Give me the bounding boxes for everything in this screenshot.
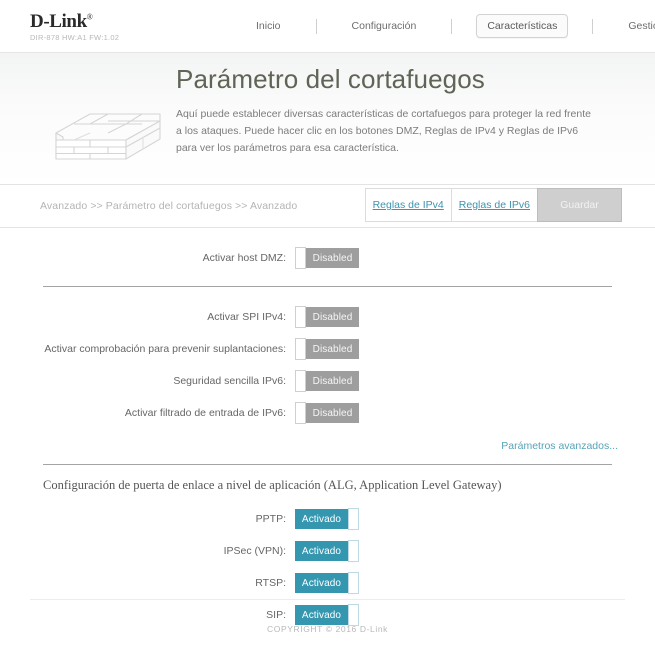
breadcrumb-bar: Avanzado >> Parámetro del cortafuegos >>… <box>0 184 655 228</box>
pptp-label: PPTP: <box>255 513 286 525</box>
anti-spoof-toggle-value: Disabled <box>306 339 359 359</box>
ipv6-ingress-filter-toggle-value: Disabled <box>306 403 359 423</box>
ipv6-simple-security-label: Seguridad sencilla IPv6: <box>173 375 286 387</box>
rtsp-toggle-value: Activado <box>295 573 348 593</box>
alg-section-title: Configuración de puerta de enlace a nive… <box>43 478 502 492</box>
dlink-logo: D-Link® <box>30 10 245 32</box>
toggle-knob <box>295 338 306 360</box>
page-description: Aquí puede establecer diversas caracterí… <box>176 107 591 154</box>
dmz-label: Activar host DMZ: <box>202 252 286 264</box>
ipv4-rules-button[interactable]: Reglas de IPv4 <box>364 188 452 222</box>
breadcrumb: Avanzado >> Parámetro del cortafuegos >>… <box>40 200 298 212</box>
toggle-knob <box>348 540 359 562</box>
nav-item-caracteristicas[interactable]: Características <box>476 14 569 38</box>
toggle-knob <box>348 508 359 530</box>
page-title: Parámetro del cortafuegos <box>176 64 485 94</box>
pptp-toggle-value: Activado <box>295 509 348 529</box>
setting-row-spi-ipv4: Activar SPI IPv4: Disabled <box>33 301 622 333</box>
toggle-knob <box>295 370 306 392</box>
spi-ipv4-label: Activar SPI IPv4: <box>207 311 286 323</box>
hero-text-block: Parámetro del cortafuegos Aquí puede est… <box>176 63 616 157</box>
action-button-group: Reglas de IPv4 Reglas de IPv6 Guardar <box>364 188 622 222</box>
setting-row-dmz: Activar host DMZ: Disabled <box>33 242 622 274</box>
spi-ipv4-toggle[interactable]: Disabled <box>295 306 359 328</box>
firewall-settings-section: Activar SPI IPv4: Disabled Activar compr… <box>33 287 622 452</box>
ipv6-ingress-filter-label: Activar filtrado de entrada de IPv6: <box>124 407 286 419</box>
router-admin-page: D-Link® DIR-878 HW:A1 FW:1.02 Inicio Con… <box>0 0 655 657</box>
nav-separator-2 <box>451 18 453 34</box>
alg-row-rtsp: RTSP: Activado <box>33 567 622 599</box>
advanced-settings-row: Parámetros avanzados... <box>33 429 622 452</box>
top-header-bar: D-Link® DIR-878 HW:A1 FW:1.02 Inicio Con… <box>0 0 655 52</box>
setting-row-anti-spoof: Activar comprobación para prevenir supla… <box>33 333 622 365</box>
page-hero: Parámetro del cortafuegos Aquí puede est… <box>0 52 655 184</box>
spi-ipv4-toggle-value: Disabled <box>306 307 359 327</box>
ipv6-ingress-filter-toggle[interactable]: Disabled <box>295 402 359 424</box>
device-model-label: DIR-878 HW:A1 FW:1.02 <box>30 33 120 43</box>
page-footer: COPYRIGHT © 2016 D-Link <box>30 599 625 657</box>
section-divider-1 <box>43 286 612 287</box>
pptp-toggle[interactable]: Activado <box>295 508 359 530</box>
brand-logo-text: D-Link <box>30 10 87 32</box>
ipsec-toggle-value: Activado <box>295 541 348 561</box>
anti-spoof-label: Activar comprobación para prevenir supla… <box>44 343 286 355</box>
ipsec-toggle[interactable]: Activado <box>295 540 359 562</box>
setting-row-ipv6-simple-security: Seguridad sencilla IPv6: Disabled <box>33 365 622 397</box>
toggle-knob <box>295 247 306 269</box>
firewall-brick-wall-icon <box>30 81 170 166</box>
anti-spoof-toggle[interactable]: Disabled <box>295 338 359 360</box>
toggle-knob <box>348 572 359 594</box>
brand-block: D-Link® DIR-878 HW:A1 FW:1.02 <box>30 10 245 43</box>
nav-item-inicio[interactable]: Inicio <box>245 14 292 38</box>
nav-item-configuracion[interactable]: Configuración <box>341 14 428 38</box>
alg-row-ipsec: IPSec (VPN): Activado <box>33 535 622 567</box>
section-divider-2 <box>43 464 612 465</box>
alg-row-pptp: PPTP: Activado <box>33 503 622 535</box>
rtsp-label: RTSP: <box>255 577 286 589</box>
nav-separator-3 <box>592 18 594 34</box>
rtsp-toggle[interactable]: Activado <box>295 572 359 594</box>
ipv6-simple-security-toggle[interactable]: Disabled <box>295 370 359 392</box>
advanced-settings-link[interactable]: Parámetros avanzados... <box>501 440 618 452</box>
setting-row-ipv6-ingress-filter: Activar filtrado de entrada de IPv6: Dis… <box>33 397 622 429</box>
ipv6-simple-security-toggle-value: Disabled <box>306 371 359 391</box>
nav-item-gestion[interactable]: Gestión <box>617 14 655 38</box>
ipv6-rules-button[interactable]: Reglas de IPv6 <box>450 188 538 222</box>
registered-mark-icon: ® <box>86 12 93 22</box>
dmz-section: Activar host DMZ: Disabled <box>33 228 622 274</box>
nav-separator-1 <box>315 18 317 34</box>
copyright-label: COPYRIGHT © 2016 D-Link <box>267 623 388 634</box>
save-button[interactable]: Guardar <box>537 188 622 222</box>
ipsec-label: IPSec (VPN): <box>223 545 286 557</box>
main-content: Activar host DMZ: Disabled Activar SPI I… <box>0 228 655 631</box>
dmz-toggle-value: Disabled <box>306 248 359 268</box>
toggle-knob <box>295 402 306 424</box>
dmz-toggle[interactable]: Disabled <box>295 247 359 269</box>
toggle-knob <box>295 306 306 328</box>
main-navigation: Inicio Configuración Características Ges… <box>245 14 655 38</box>
